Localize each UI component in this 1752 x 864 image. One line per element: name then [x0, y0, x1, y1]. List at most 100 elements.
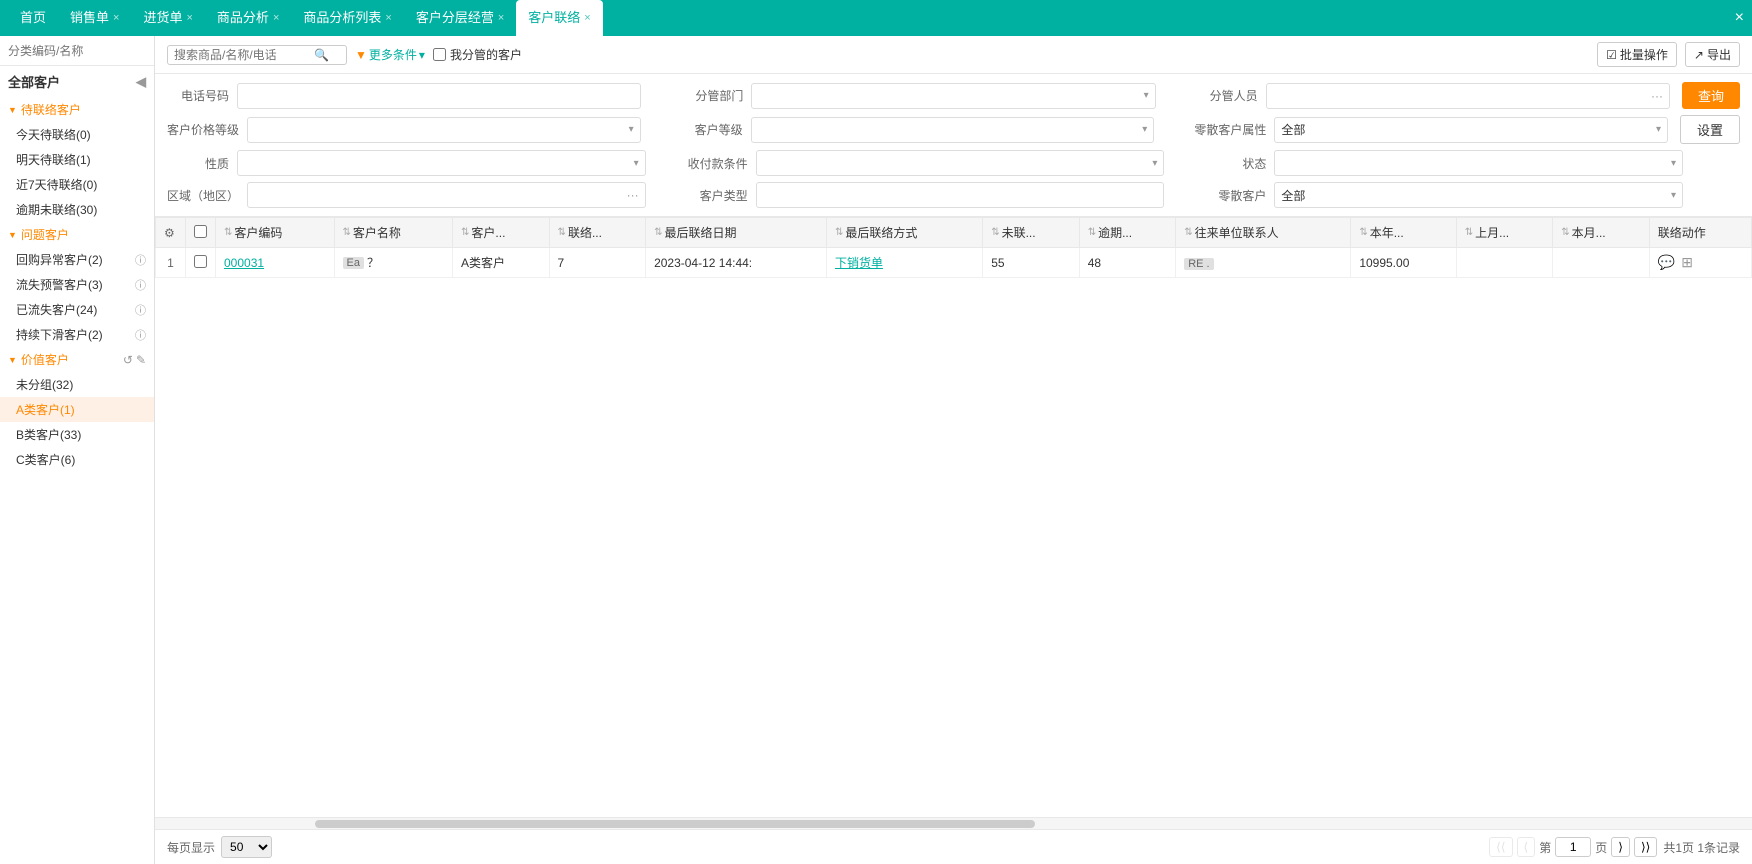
col-sort-icon[interactable]: ⇅ — [991, 227, 999, 238]
col-sort-icon[interactable]: ⇅ — [343, 227, 351, 238]
settings-button[interactable]: 设置 — [1680, 115, 1740, 144]
filter-row-4: 区域（地区） ··· 客户类型 零散客户 — [167, 182, 1740, 208]
filter-retail-customer-select[interactable]: 全部 ▾ — [1274, 182, 1683, 208]
close-icon[interactable]: × — [273, 0, 279, 36]
nav-purchase[interactable]: 进货单 × — [131, 0, 204, 36]
sidebar-section-pending[interactable]: 待联络客户 — [0, 97, 154, 122]
select-all-checkbox[interactable] — [194, 225, 207, 238]
nav-product-analysis[interactable]: 商品分析 × — [205, 0, 291, 36]
sidebar-item-class-b[interactable]: B类客户(33) — [0, 422, 154, 447]
col-sort-icon[interactable]: ⇅ — [835, 227, 843, 238]
row-checkbox[interactable] — [194, 255, 207, 268]
close-icon[interactable]: × — [385, 0, 391, 36]
sidebar-item-overdue[interactable]: 逾期未联络(30) — [0, 197, 154, 222]
nav-product-analysis-list[interactable]: 商品分析列表 × — [291, 0, 403, 36]
col-sort-icon[interactable]: ⇅ — [1359, 227, 1367, 238]
export-icon: ↗ — [1694, 48, 1704, 62]
close-icon[interactable]: × — [584, 0, 590, 36]
nav-sales[interactable]: 销售单 × — [58, 0, 131, 36]
filter-dept-select[interactable]: ▾ — [751, 83, 1155, 109]
sidebar-section-problem[interactable]: 问题客户 — [0, 222, 154, 247]
dots-icon[interactable]: ··· — [1651, 89, 1663, 103]
main-search-input[interactable] — [174, 48, 314, 62]
filter-status-label: 状态 — [1204, 155, 1274, 172]
sidebar-item-declining[interactable]: 持续下滑客户(2) ⓘ — [0, 322, 154, 347]
sidebar-item-today[interactable]: 今天待联络(0) — [0, 122, 154, 147]
sidebar-item-class-c[interactable]: C类客户(6) — [0, 447, 154, 472]
dots-icon[interactable]: ··· — [627, 188, 639, 202]
filter-retail-attr-select[interactable]: 全部 ▾ — [1274, 117, 1668, 143]
page-first-button[interactable]: ⟨⟨ — [1489, 837, 1512, 857]
col-sort-icon[interactable]: ⇅ — [654, 227, 662, 238]
sidebar-item-tomorrow[interactable]: 明天待联络(1) — [0, 147, 154, 172]
chevron-down-icon: ▾ — [1656, 124, 1661, 135]
export-button[interactable]: ↗ 导出 — [1685, 42, 1740, 67]
query-button[interactable]: 查询 — [1682, 82, 1740, 109]
horizontal-scrollbar[interactable] — [155, 817, 1752, 829]
customer-table: ⚙ ⇅ 客户编码 ⇅ — [155, 217, 1752, 278]
th-code: ⇅ 客户编码 — [216, 218, 335, 248]
filter-phone-input[interactable] — [237, 83, 641, 109]
qr-icon[interactable]: ⊞ — [1681, 254, 1693, 271]
sidebar-item-churned[interactable]: 已流失客户(24) ⓘ — [0, 297, 154, 322]
col-sort-icon[interactable]: ⇅ — [1465, 227, 1473, 238]
sidebar-item-unclassified[interactable]: 未分组(32) — [0, 372, 154, 397]
filter-price-level-select[interactable]: ▾ — [247, 117, 641, 143]
advanced-filter: 电话号码 分管部门 ▾ 分管人员 ··· — [155, 74, 1752, 217]
settings-gear-icon[interactable]: ⚙ — [164, 226, 175, 240]
sidebar-item-repurchase-abnormal[interactable]: 回购异常客户(2) ⓘ — [0, 247, 154, 272]
sidebar-item-churn-warning[interactable]: 流失预警客户(3) ⓘ — [0, 272, 154, 297]
edit-icon[interactable]: ✎ — [136, 353, 146, 367]
filter-payment-select[interactable]: ▾ — [756, 150, 1165, 176]
cell-this-year: 10995.00 — [1351, 248, 1456, 278]
chevron-down-icon: ▾ — [1671, 158, 1676, 169]
close-all-icon[interactable]: × — [1735, 9, 1744, 27]
close-icon[interactable]: × — [498, 0, 504, 36]
col-sort-icon[interactable]: ⇅ — [1088, 227, 1096, 238]
customer-code-link[interactable]: 000031 — [224, 256, 264, 270]
chevron-down-icon: ▾ — [419, 48, 425, 62]
cell-code: 000031 — [216, 248, 335, 278]
filter-nature-select[interactable]: ▾ — [237, 150, 646, 176]
filter-region-input[interactable]: ··· — [247, 182, 646, 208]
filter-customer-level-select[interactable]: ▾ — [751, 117, 1155, 143]
sidebar-all-customers-label[interactable]: 全部客户 — [8, 72, 60, 91]
page-next-button[interactable]: ⟩ — [1611, 837, 1630, 857]
filter-status-select[interactable]: ▾ — [1274, 150, 1683, 176]
page-number-input[interactable] — [1555, 837, 1591, 857]
my-customer-check[interactable] — [433, 48, 446, 61]
main-search-icon[interactable]: 🔍 — [314, 48, 329, 62]
filter-customer-type-input[interactable] — [756, 182, 1165, 208]
my-customer-checkbox[interactable]: 我分管的客户 — [433, 46, 522, 63]
sidebar-collapse-icon[interactable]: ◀ — [136, 74, 146, 90]
col-sort-icon[interactable]: ⇅ — [1561, 227, 1569, 238]
page-last-button[interactable]: ⟩⟩ — [1634, 837, 1657, 857]
close-icon[interactable]: × — [113, 0, 119, 36]
sidebar-search-input[interactable] — [8, 44, 155, 58]
filter-phone-label: 电话号码 — [167, 87, 237, 104]
sidebar-item-7days[interactable]: 近7天待联络(0) — [0, 172, 154, 197]
per-page-select[interactable]: 50 100 200 — [221, 836, 272, 858]
filter-phone: 电话号码 — [167, 83, 641, 109]
batch-operation-button[interactable]: ☑ 批量操作 — [1597, 42, 1677, 67]
refresh-icon[interactable]: ↺ — [123, 353, 133, 367]
cell-contact: 7 — [549, 248, 646, 278]
col-sort-icon[interactable]: ⇅ — [1184, 227, 1192, 238]
filter-price-level-label: 客户价格等级 — [167, 121, 247, 138]
th-contact: ⇅ 联络... — [549, 218, 646, 248]
col-sort-icon[interactable]: ⇅ — [224, 227, 232, 238]
contact-method-link[interactable]: 下销货单 — [835, 256, 883, 270]
filter-manager-input[interactable]: ··· — [1266, 83, 1670, 109]
nav-customer-contact[interactable]: 客户联络 × — [516, 0, 602, 36]
chat-icon[interactable]: 💬 — [1658, 254, 1675, 271]
col-sort-icon[interactable]: ⇅ — [461, 227, 469, 238]
sidebar-item-class-a[interactable]: A类客户(1) — [0, 397, 154, 422]
nav-customer-tier[interactable]: 客户分层经营 × — [404, 0, 516, 36]
page-prev-button[interactable]: ⟨ — [1517, 837, 1536, 857]
more-filters-button[interactable]: ▼ 更多条件 ▾ — [355, 46, 425, 63]
scroll-thumb[interactable] — [315, 820, 1035, 828]
col-sort-icon[interactable]: ⇅ — [558, 227, 566, 238]
nav-home[interactable]: 首页 — [8, 0, 58, 36]
close-icon[interactable]: × — [186, 0, 192, 36]
cell-seq: 1 — [156, 248, 186, 278]
